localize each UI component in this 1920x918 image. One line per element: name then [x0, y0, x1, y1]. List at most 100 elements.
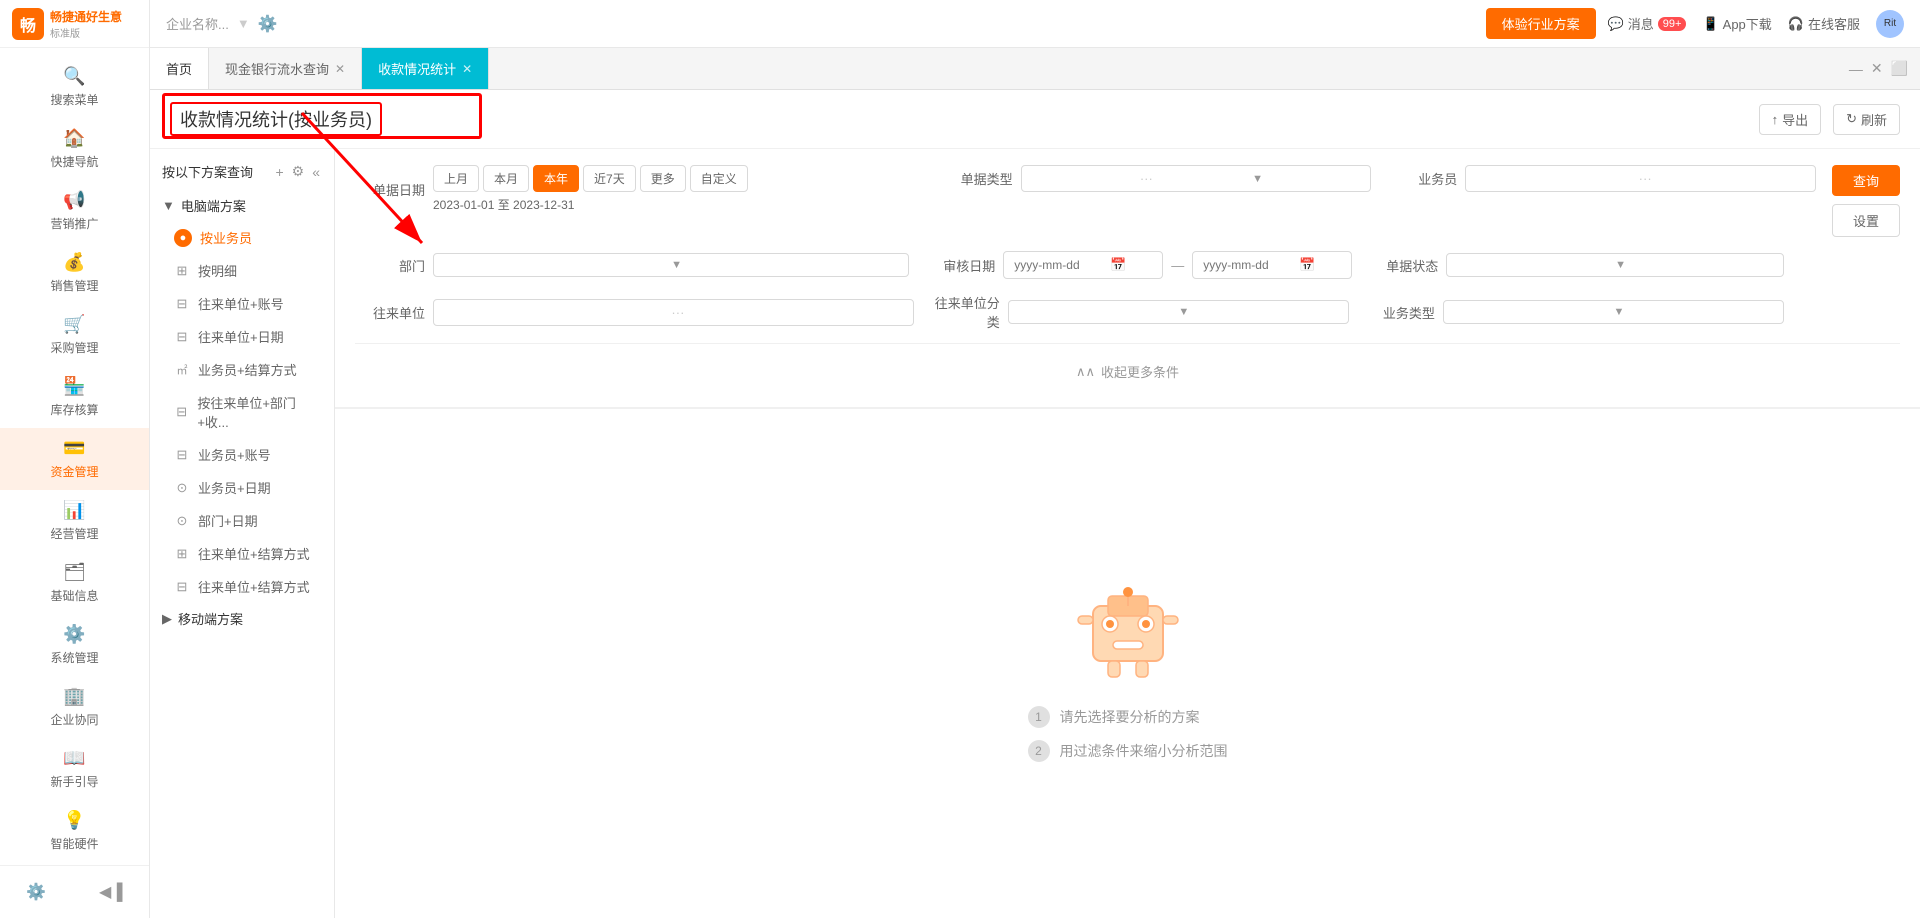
- date-btn-7days[interactable]: 近7天: [583, 165, 636, 192]
- sidebar-item-basic[interactable]: 🗂 基础信息: [0, 552, 149, 614]
- close-window-icon[interactable]: ✕: [1871, 60, 1883, 77]
- topbar: 企业名称... ▼ ⚙️ 体验行业方案 💬 消息 99+ 📱 App下载 🎧 在…: [150, 0, 1920, 48]
- scheme-item-salesman-settlement[interactable]: ㎡ 业务员+结算方式: [150, 353, 334, 386]
- scheme-item-partner-account[interactable]: ⊟ 往来单位+账号: [150, 287, 334, 320]
- add-scheme-btn[interactable]: +: [273, 162, 285, 182]
- tab-collection-stat[interactable]: 收款情况统计 ✕: [362, 48, 489, 89]
- voucher-status-label: 单据状态: [1368, 256, 1438, 275]
- message-icon: 💬: [1608, 16, 1624, 32]
- minimize-icon[interactable]: —: [1849, 61, 1863, 77]
- scheme-item-partner-settlement2[interactable]: ⊟ 往来单位+结算方式: [150, 570, 334, 603]
- date-btn-this-year[interactable]: 本年: [533, 165, 579, 192]
- desktop-section[interactable]: ▼ 电脑端方案: [150, 190, 334, 221]
- query-btn[interactable]: 查询: [1832, 165, 1900, 196]
- scheme-item-salesman-date[interactable]: ⊙ 业务员+日期: [150, 471, 334, 504]
- settings-footer-icon[interactable]: ⚙️: [20, 876, 52, 908]
- gear-scheme-btn[interactable]: ⚙: [290, 161, 307, 182]
- scheme-item-by-detail[interactable]: ⊞ 按明细: [150, 254, 334, 287]
- collapse-scheme-btn[interactable]: «: [310, 162, 322, 182]
- user-initials: Rit: [1884, 18, 1896, 29]
- review-date-start[interactable]: 📅: [1003, 251, 1163, 279]
- salesman-select[interactable]: ···: [1465, 165, 1816, 192]
- tab-bank-flow[interactable]: 现金银行流水查询 ✕: [209, 48, 362, 89]
- partner-classify-select[interactable]: ▼: [1008, 300, 1349, 324]
- topbar-gear[interactable]: ⚙️: [258, 14, 278, 34]
- export-btn[interactable]: ↑ 导出: [1759, 104, 1822, 135]
- scheme-item-partner-dept-collect[interactable]: ⊟ 按往来单位+部门+收...: [150, 386, 334, 438]
- sales-icon: 💰: [63, 252, 85, 273]
- tab-bank-flow-close[interactable]: ✕: [335, 62, 345, 76]
- voucher-status-group: 单据状态 ▼: [1368, 253, 1784, 277]
- marketing-icon: 📢: [63, 190, 85, 211]
- tabbar: 首页 现金银行流水查询 ✕ 收款情况统计 ✕ — ✕ ⬜: [150, 48, 1920, 90]
- sidebar-item-search[interactable]: 🔍 搜索菜单: [0, 56, 149, 118]
- maximize-icon[interactable]: ⬜: [1891, 60, 1908, 77]
- review-date-start-input[interactable]: [1014, 258, 1104, 272]
- scheme-item-salesman-account[interactable]: ⊟ 业务员+账号: [150, 438, 334, 471]
- scheme-header-icons: + ⚙ «: [273, 161, 322, 182]
- partner-select[interactable]: ···: [433, 299, 914, 326]
- voucher-type-select[interactable]: ··· ▼: [1021, 165, 1372, 192]
- sidebar-label-quicknav: 快捷导航: [50, 153, 98, 170]
- sidebar-item-sales[interactable]: 💰 销售管理: [0, 242, 149, 304]
- logo-icon: 畅: [12, 8, 44, 40]
- scheme-item-partner-settlement1[interactable]: ⊞ 往来单位+结算方式: [150, 537, 334, 570]
- sidebar-label-search: 搜索菜单: [50, 91, 98, 108]
- sidebar-item-purchase[interactable]: 🛒 采购管理: [0, 304, 149, 366]
- sidebar-item-smart[interactable]: 💡 智能硬件: [0, 800, 149, 862]
- tab-spacer: [489, 48, 1837, 89]
- date-btn-this-month[interactable]: 本月: [483, 165, 529, 192]
- date-separator: —: [1171, 258, 1184, 273]
- user-avatar[interactable]: Rit: [1876, 10, 1904, 38]
- sidebar-item-quicknav[interactable]: 🏠 快捷导航: [0, 118, 149, 180]
- trial-btn[interactable]: 体验行业方案: [1486, 8, 1596, 39]
- collapse-btn[interactable]: ∧∧ 收起更多条件: [1066, 352, 1189, 391]
- voucher-type-group: 单据类型 ··· ▼: [943, 165, 1372, 192]
- app-download-btn[interactable]: 📱 App下载: [1702, 14, 1771, 33]
- topbar-nav: 企业名称... ▼ ⚙️: [166, 14, 1474, 34]
- scheme-panel-header: 按以下方案查询 + ⚙ «: [150, 149, 334, 190]
- refresh-btn[interactable]: ↻ 刷新: [1833, 104, 1900, 135]
- sidebar-item-enterprise[interactable]: 🏢 企业协同: [0, 676, 149, 738]
- scheme-list: ● 按业务员 ⊞ 按明细 ⊟ 往来单位+账号 ⊟ 往来单位+日期: [150, 221, 334, 603]
- scheme-item-by-detail-label: 按明细: [198, 261, 237, 280]
- sidebar-item-operation[interactable]: 📊 经营管理: [0, 490, 149, 552]
- review-date-end[interactable]: 📅: [1192, 251, 1352, 279]
- scheme-item-partner-date[interactable]: ⊟ 往来单位+日期: [150, 320, 334, 353]
- salesman-account-icon: ⊟: [174, 447, 190, 463]
- system-icon: ⚙️: [63, 624, 85, 645]
- tab-home[interactable]: 首页: [150, 48, 209, 89]
- scheme-item-by-salesman[interactable]: ● 按业务员: [150, 221, 334, 254]
- sidebar-item-warehouse[interactable]: 🏪 库存核算: [0, 366, 149, 428]
- salesman-date-icon: ⊙: [174, 480, 190, 496]
- sidebar-item-system[interactable]: ⚙️ 系统管理: [0, 614, 149, 676]
- tab-collection-stat-close[interactable]: ✕: [462, 62, 472, 76]
- phone-icon: 📱: [1702, 16, 1718, 32]
- sidebar-nav: 🔍 搜索菜单 🏠 快捷导航 📢 营销推广 💰 销售管理 🛒 采购管理 🏪: [0, 48, 149, 865]
- date-btn-custom[interactable]: 自定义: [690, 165, 748, 192]
- review-date-end-input[interactable]: [1203, 258, 1293, 272]
- dept-select[interactable]: ▼: [433, 253, 909, 277]
- breadcrumb-chevron: ▼: [237, 16, 250, 31]
- date-btn-last-month[interactable]: 上月: [433, 165, 479, 192]
- sidebar-item-finance[interactable]: 💳 资金管理: [0, 428, 149, 490]
- sidebar-item-guide[interactable]: 📖 新手引导: [0, 738, 149, 800]
- partner-date-icon: ⊟: [174, 329, 190, 345]
- voucher-status-select[interactable]: ▼: [1446, 253, 1784, 277]
- scheme-item-dept-date[interactable]: ⊙ 部门+日期: [150, 504, 334, 537]
- page-header-actions: ↑ 导出 ↻ 刷新: [1759, 104, 1900, 135]
- biz-type-select[interactable]: ▼: [1443, 300, 1784, 324]
- tab-bank-flow-label: 现金银行流水查询: [225, 59, 329, 78]
- refresh-icon: ↻: [1846, 111, 1857, 127]
- date-btn-more[interactable]: 更多: [640, 165, 686, 192]
- mobile-section[interactable]: ▶ 移动端方案: [150, 603, 334, 634]
- collapse-sidebar-icon[interactable]: ◀▐: [93, 876, 129, 908]
- scheme-item-salesman-settlement-label: 业务员+结算方式: [198, 360, 297, 379]
- step-2-text: 用过滤条件来缩小分析范围: [1060, 741, 1228, 761]
- online-service-btn[interactable]: 🎧 在线客服: [1788, 14, 1860, 33]
- set-btn[interactable]: 设置: [1832, 204, 1900, 237]
- messages-btn[interactable]: 💬 消息 99+: [1608, 14, 1687, 33]
- sidebar-item-marketing[interactable]: 📢 营销推广: [0, 180, 149, 242]
- warehouse-icon: 🏪: [63, 376, 85, 397]
- messages-badge: 99+: [1658, 17, 1687, 31]
